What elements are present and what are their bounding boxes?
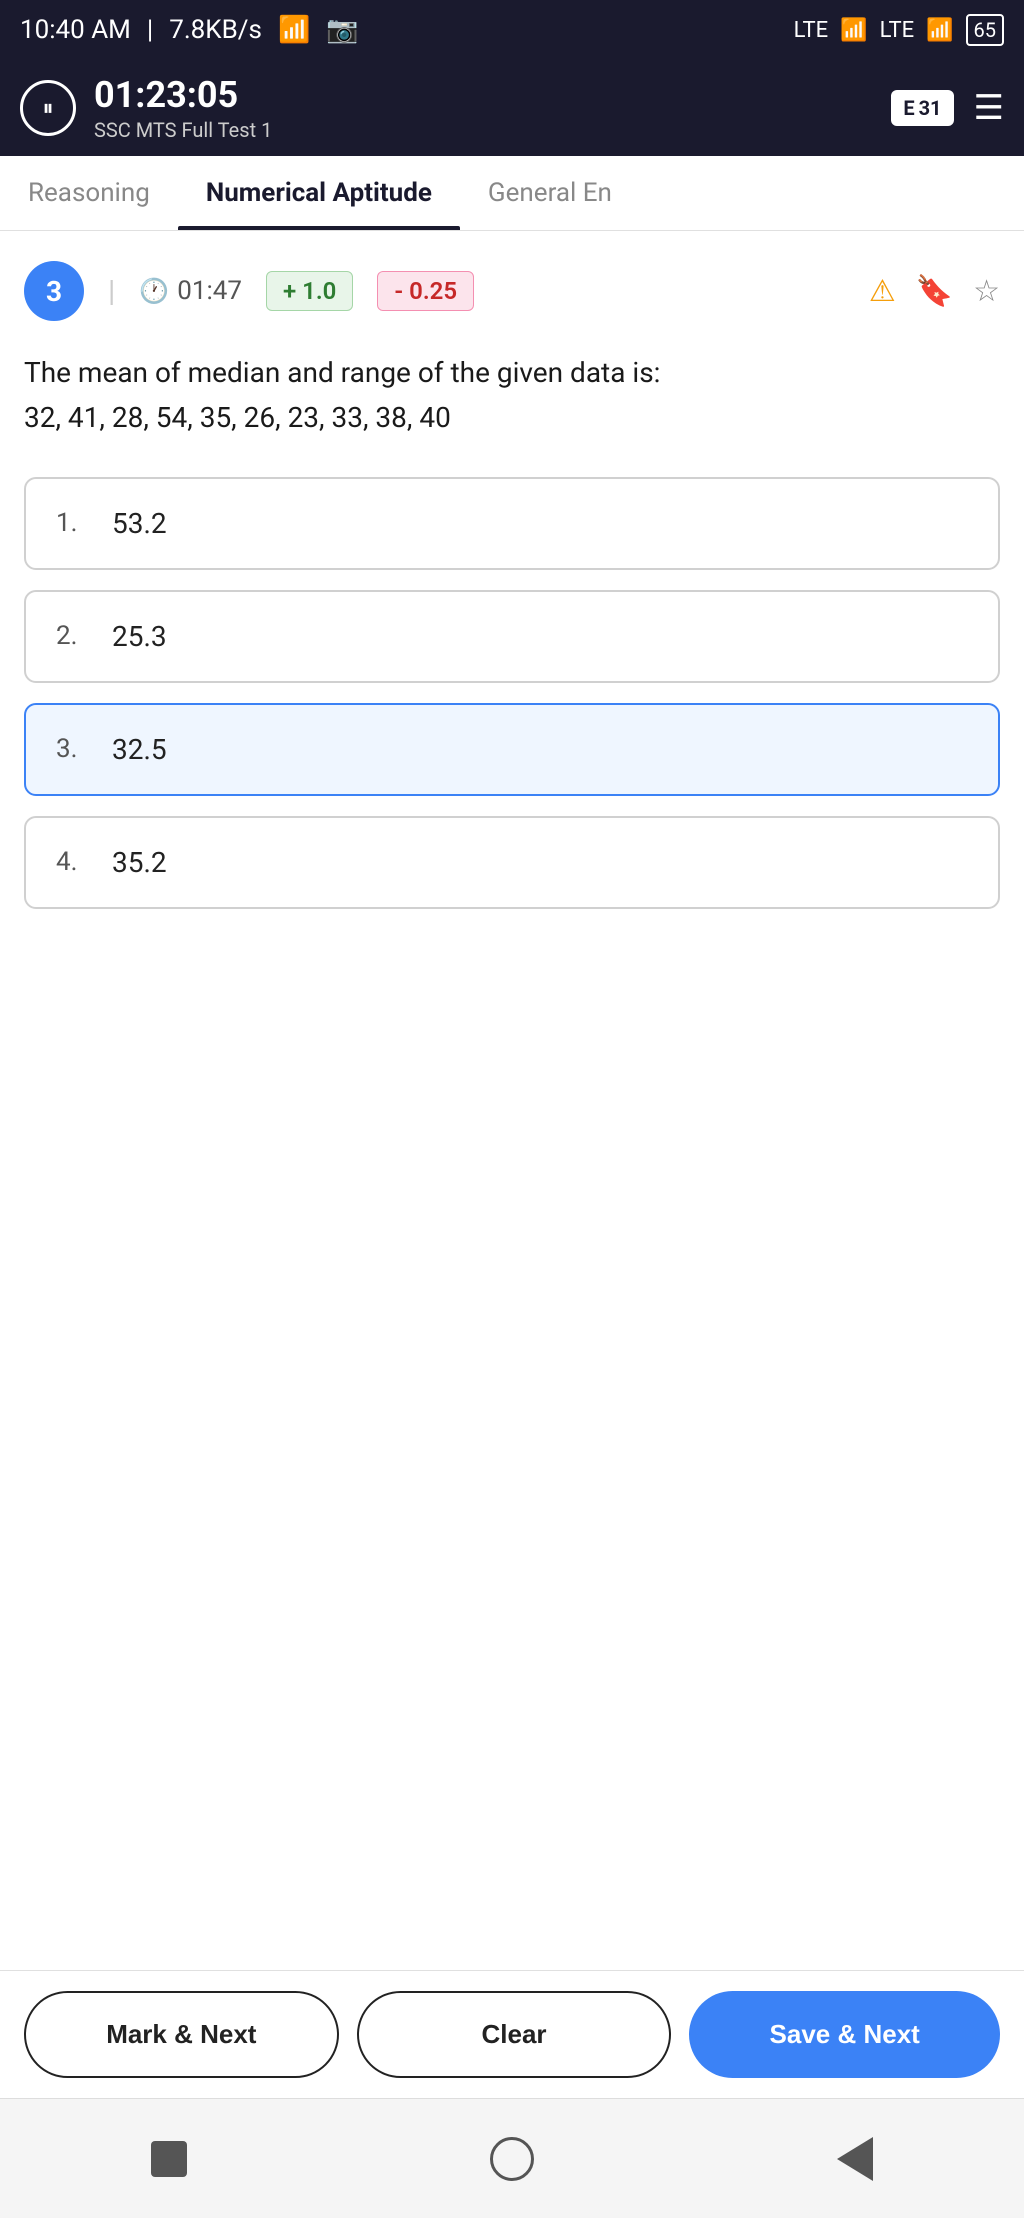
header-right: E 31 ☰ (891, 88, 1004, 128)
language-button[interactable]: E 31 (891, 90, 953, 126)
option-3-value: 32.5 (112, 733, 167, 766)
status-speed: 7.8KB/s (169, 15, 262, 45)
screenshot-icon: 📷 (326, 15, 358, 45)
option-4-value: 35.2 (112, 846, 167, 879)
lang-letter: E (903, 96, 914, 120)
option-1-value: 53.2 (112, 507, 167, 540)
lte-icon-2: LTE (880, 18, 915, 43)
question-area: 3 | 🕐 01:47 + 1.0 - 0.25 ⚠ 🔖 ☆ The mean … (0, 231, 1024, 929)
signal-icon-1: 📶 (840, 18, 867, 43)
options-list: 1. 53.2 2. 25.3 3. 32.5 4. 35.2 (24, 477, 1000, 909)
option-4-number: 4. (56, 847, 92, 877)
positive-marks: + 1.0 (266, 271, 353, 311)
option-2[interactable]: 2. 25.3 (24, 590, 1000, 683)
mark-next-button[interactable]: Mark & Next (24, 1991, 339, 2078)
header-left: ⏸ 01:23:05 SSC MTS Full Test 1 (20, 74, 272, 142)
tab-general-english[interactable]: General En (460, 156, 640, 230)
app-header: ⏸ 01:23:05 SSC MTS Full Test 1 E 31 ☰ (0, 60, 1024, 156)
navigation-bar (0, 2098, 1024, 2218)
back-square-icon[interactable] (151, 2141, 187, 2177)
tabs-container: Reasoning Numerical Aptitude General En (0, 156, 1024, 231)
signal-icon-2: 📶 (926, 18, 953, 43)
option-1-number: 1. (56, 508, 92, 538)
option-2-value: 25.3 (112, 620, 167, 653)
option-4[interactable]: 4. 35.2 (24, 816, 1000, 909)
tab-reasoning[interactable]: Reasoning (0, 156, 178, 230)
status-bar: 10:40 AM | 7.8KB/s 📶 📷 LTE 📶 LTE 📶 65 (0, 0, 1024, 60)
header-subtitle: SSC MTS Full Test 1 (94, 118, 272, 142)
negative-marks: - 0.25 (377, 271, 474, 311)
home-circle-icon[interactable] (490, 2137, 534, 2181)
network-icon: 📶 (278, 15, 310, 45)
option-3[interactable]: 3. 32.5 (24, 703, 1000, 796)
battery-indicator: 65 (966, 14, 1004, 46)
question-text: The mean of median and range of the give… (24, 351, 1000, 441)
question-meta: 3 | 🕐 01:47 + 1.0 - 0.25 ⚠ 🔖 ☆ (24, 261, 1000, 321)
status-time: 10:40 AM (20, 15, 131, 45)
meta-divider: | (108, 274, 115, 309)
clear-button[interactable]: Clear (357, 1991, 672, 2078)
status-separator: | (147, 15, 153, 45)
question-number: 3 (24, 261, 84, 321)
option-3-number: 3. (56, 734, 92, 764)
meta-icons: ⚠ 🔖 ☆ (869, 274, 1000, 309)
pause-button[interactable]: ⏸ (20, 80, 76, 136)
clock-icon: 🕐 (139, 277, 169, 305)
status-right: LTE 📶 LTE 📶 65 (794, 14, 1004, 46)
timer-display: 🕐 01:47 (139, 276, 242, 306)
status-left: 10:40 AM | 7.8KB/s 📶 📷 (20, 15, 359, 45)
tab-numerical-aptitude[interactable]: Numerical Aptitude (178, 156, 460, 230)
star-icon[interactable]: ☆ (973, 274, 1000, 309)
bookmark-icon[interactable]: 🔖 (916, 274, 953, 309)
menu-icon[interactable]: ☰ (974, 88, 1004, 128)
header-info: 01:23:05 SSC MTS Full Test 1 (94, 74, 272, 142)
option-2-number: 2. (56, 621, 92, 651)
bottom-bar: Mark & Next Clear Save & Next (0, 1970, 1024, 2098)
lte-icon-1: LTE (794, 18, 829, 43)
back-triangle-icon[interactable] (837, 2137, 873, 2181)
option-1[interactable]: 1. 53.2 (24, 477, 1000, 570)
lang-number: 31 (919, 96, 942, 120)
header-timer: 01:23:05 (94, 74, 272, 116)
warning-icon[interactable]: ⚠ (869, 274, 896, 309)
save-next-button[interactable]: Save & Next (689, 1991, 1000, 2078)
question-timer: 01:47 (177, 276, 242, 306)
